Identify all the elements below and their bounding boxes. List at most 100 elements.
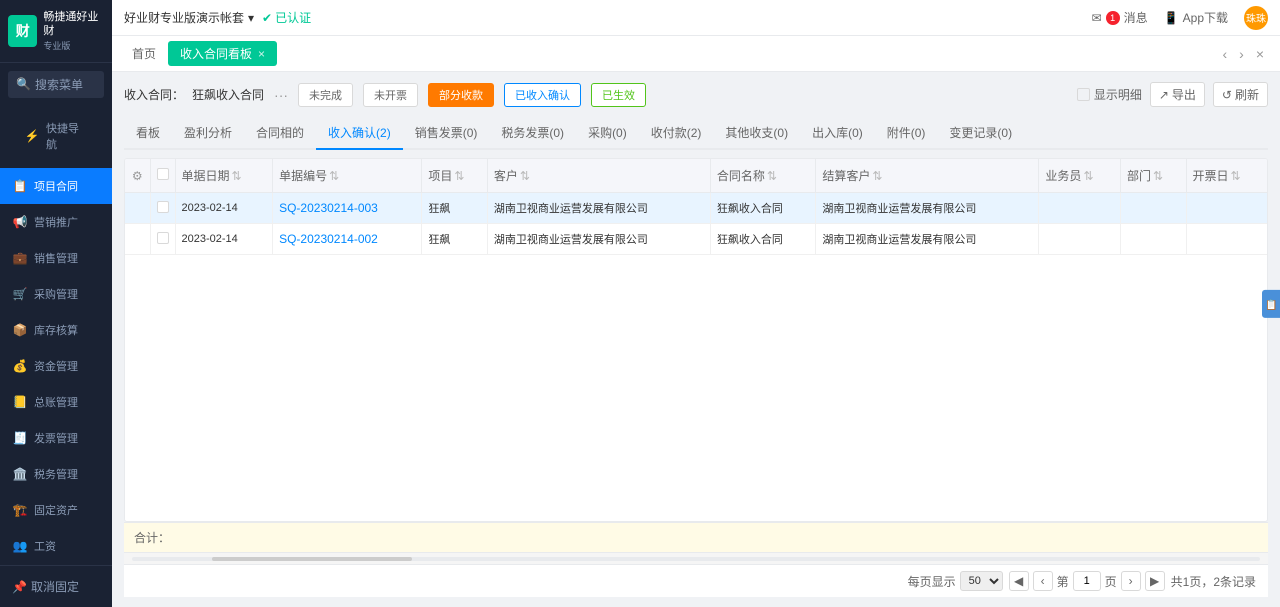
settings-gear-icon[interactable]: ⚙ [132, 169, 143, 183]
sort-dept-icon[interactable]: ⇅ [1153, 169, 1163, 183]
search-menu-button[interactable]: 🔍 搜索菜单 [8, 71, 104, 98]
search-icon: 🔍 [16, 77, 31, 91]
subtab-change-records[interactable]: 变更记录(0) [937, 117, 1024, 148]
sort-settlement-icon[interactable]: ⇅ [872, 169, 882, 183]
sort-customer-icon[interactable]: ⇅ [520, 169, 530, 183]
sort-contract-icon[interactable]: ⇅ [767, 169, 777, 183]
row-1-checkbox[interactable] [157, 201, 169, 213]
nav-list: 📋 项目合同 📢 营销推广 💼 销售管理 🛒 采购管理 📦 库存核算 💰 资金管… [0, 168, 112, 565]
right-action-button[interactable]: 📋 [1262, 289, 1280, 317]
col-date: 单据日期⇅ [175, 159, 273, 193]
close-panel-button[interactable]: × [1252, 44, 1268, 64]
row-1-docno-link[interactable]: SQ-20230214-003 [279, 201, 378, 215]
subtab-attachments[interactable]: 附件(0) [875, 117, 938, 148]
download-icon: 📱 [1164, 11, 1179, 25]
row-1-customer: 湖南卫视商业运营发展有限公司 [487, 193, 710, 224]
row-2-docno-link[interactable]: SQ-20230214-002 [279, 232, 378, 246]
home-tab[interactable]: 首页 [124, 41, 164, 66]
export-button[interactable]: ↗ 导出 [1150, 82, 1205, 107]
next-tab-button[interactable]: › [1235, 44, 1248, 64]
subtab-profit[interactable]: 盈利分析 [172, 117, 244, 148]
select-all-checkbox[interactable] [157, 168, 169, 180]
avatar[interactable]: 珠珠 [1244, 6, 1268, 30]
logo-area: 财 畅捷通好业财 专业版 [0, 0, 112, 63]
subtab-contract-related[interactable]: 合同相的 [244, 117, 316, 148]
subtab-other-income[interactable]: 其他收支(0) [713, 117, 800, 148]
topbar-right: ✉ 1 消息 📱 App下载 珠珠 [1092, 6, 1268, 30]
sidebar-item-funds[interactable]: 💰 资金管理 [0, 348, 112, 384]
prev-page-button[interactable]: ‹ [1033, 571, 1053, 591]
subtab-warehouse[interactable]: 出入库(0) [800, 117, 875, 148]
next-page-button[interactable]: › [1121, 571, 1141, 591]
sidebar-item-fixed-assets[interactable]: 🏗️ 固定资产 [0, 492, 112, 528]
horizontal-scrollbar[interactable] [124, 552, 1268, 564]
tab-nav-arrows: ‹ › × [1218, 44, 1268, 64]
subtab-kanban[interactable]: 看板 [124, 117, 172, 148]
active-tab[interactable]: 收入合同看板 × [168, 41, 277, 66]
row-1-contract: 狂飙收入合同 [710, 193, 816, 224]
more-options-button[interactable]: ··· [274, 87, 288, 103]
subtab-payments[interactable]: 收付款(2) [639, 117, 714, 148]
topbar-left: 好业财专业版演示帐套 ▾ ✔ 已认证 [124, 9, 311, 26]
subtab-purchase[interactable]: 采购(0) [576, 117, 639, 148]
col-invoice-date: 开票日⇅ [1186, 159, 1267, 193]
subtab-income-confirm[interactable]: 收入确认(2) [316, 117, 403, 150]
status-incomplete-button[interactable]: 未完成 [298, 83, 353, 107]
sort-invoicedate-icon[interactable]: ⇅ [1231, 169, 1241, 183]
sidebar-item-ledger[interactable]: 📒 总账管理 [0, 384, 112, 420]
scrollbar-thumb[interactable] [212, 557, 412, 561]
row-1-salesperson [1039, 193, 1121, 224]
sidebar-item-inventory[interactable]: 📦 库存核算 [0, 312, 112, 348]
checkbox-detail[interactable] [1077, 88, 1090, 101]
show-detail-toggle[interactable]: 显示明细 [1077, 86, 1142, 103]
topbar: 好业财专业版演示帐套 ▾ ✔ 已认证 ✉ 1 消息 📱 App下载 珠珠 [112, 0, 1280, 36]
unpin-button[interactable]: 📌 取消固定 [8, 574, 104, 599]
status-active-button[interactable]: 已生效 [591, 83, 646, 107]
contract-header: 收入合同： 狂飙收入合同 ··· 未完成 未开票 部分收款 已收入确认 已生效 … [124, 82, 1268, 107]
col-gear: ⚙ [125, 159, 150, 193]
logo-text: 畅捷通好业财 专业版 [43, 10, 104, 52]
refresh-button[interactable]: ↺ 刷新 [1213, 82, 1268, 107]
last-page-button[interactable]: ▶ [1145, 571, 1165, 591]
row-checkbox-2 [150, 224, 175, 255]
sort-project-icon[interactable]: ⇅ [454, 169, 464, 183]
sort-docno-icon[interactable]: ⇅ [329, 169, 339, 183]
close-tab-button[interactable]: × [258, 47, 265, 61]
company-dropdown-icon: ▾ [248, 11, 254, 25]
sort-date-icon[interactable]: ⇅ [232, 169, 242, 183]
messages-button[interactable]: ✉ 1 消息 [1092, 9, 1148, 26]
sidebar-item-marketing[interactable]: 📢 营销推广 [0, 204, 112, 240]
row-1-invoice-date [1186, 193, 1267, 224]
sort-salesperson-icon[interactable]: ⇅ [1083, 169, 1093, 183]
subtab-tax-invoice[interactable]: 税务发票(0) [489, 117, 576, 148]
status-uninvoiced-button[interactable]: 未开票 [363, 83, 418, 107]
row-2-checkbox[interactable] [157, 232, 169, 244]
tabbar: 首页 收入合同看板 × ‹ › × [112, 36, 1280, 72]
sidebar-item-project-contract[interactable]: 📋 项目合同 [0, 168, 112, 204]
status-partial-button[interactable]: 部分收款 [428, 83, 494, 107]
status-confirmed-button[interactable]: 已收入确认 [504, 83, 581, 107]
row-checkbox-1 [150, 193, 175, 224]
quick-nav-item[interactable]: ⚡ 快捷导航 [12, 110, 100, 162]
data-table: ⚙ 单据日期⇅ 单据编号⇅ 项目⇅ 客户⇅ 合同名称⇅ 结算客户⇅ 业务员⇅ 部… [124, 158, 1268, 522]
sidebar-item-tax[interactable]: 🏛️ 税务管理 [0, 456, 112, 492]
sidebar-item-sales[interactable]: 💼 销售管理 [0, 240, 112, 276]
prev-tab-button[interactable]: ‹ [1218, 44, 1231, 64]
refresh-icon: ↺ [1222, 88, 1232, 102]
sidebar-item-purchase[interactable]: 🛒 采购管理 [0, 276, 112, 312]
first-page-button[interactable]: ◀ [1009, 571, 1029, 591]
app-download-button[interactable]: 📱 App下载 [1164, 9, 1228, 26]
sidebar-item-payroll[interactable]: 👥 工资 [0, 528, 112, 564]
total-info: 共1页，2条记录 [1171, 573, 1256, 590]
company-selector[interactable]: 好业财专业版演示帐套 ▾ [124, 9, 254, 26]
row-2-customer: 湖南卫视商业运营发展有限公司 [487, 224, 710, 255]
page-input[interactable] [1073, 571, 1101, 591]
row-2-docno: SQ-20230214-002 [273, 224, 422, 255]
row-2-settlement: 湖南卫视商业运营发展有限公司 [816, 224, 1039, 255]
verified-badge: ✔ 已认证 [262, 9, 311, 26]
subtab-sales-invoice[interactable]: 销售发票(0) [403, 117, 490, 148]
per-page-select[interactable]: 50 [960, 571, 1003, 591]
purchase-icon: 🛒 [12, 286, 28, 302]
check-icon: ✔ [262, 11, 272, 25]
sidebar-item-invoice[interactable]: 🧾 发票管理 [0, 420, 112, 456]
